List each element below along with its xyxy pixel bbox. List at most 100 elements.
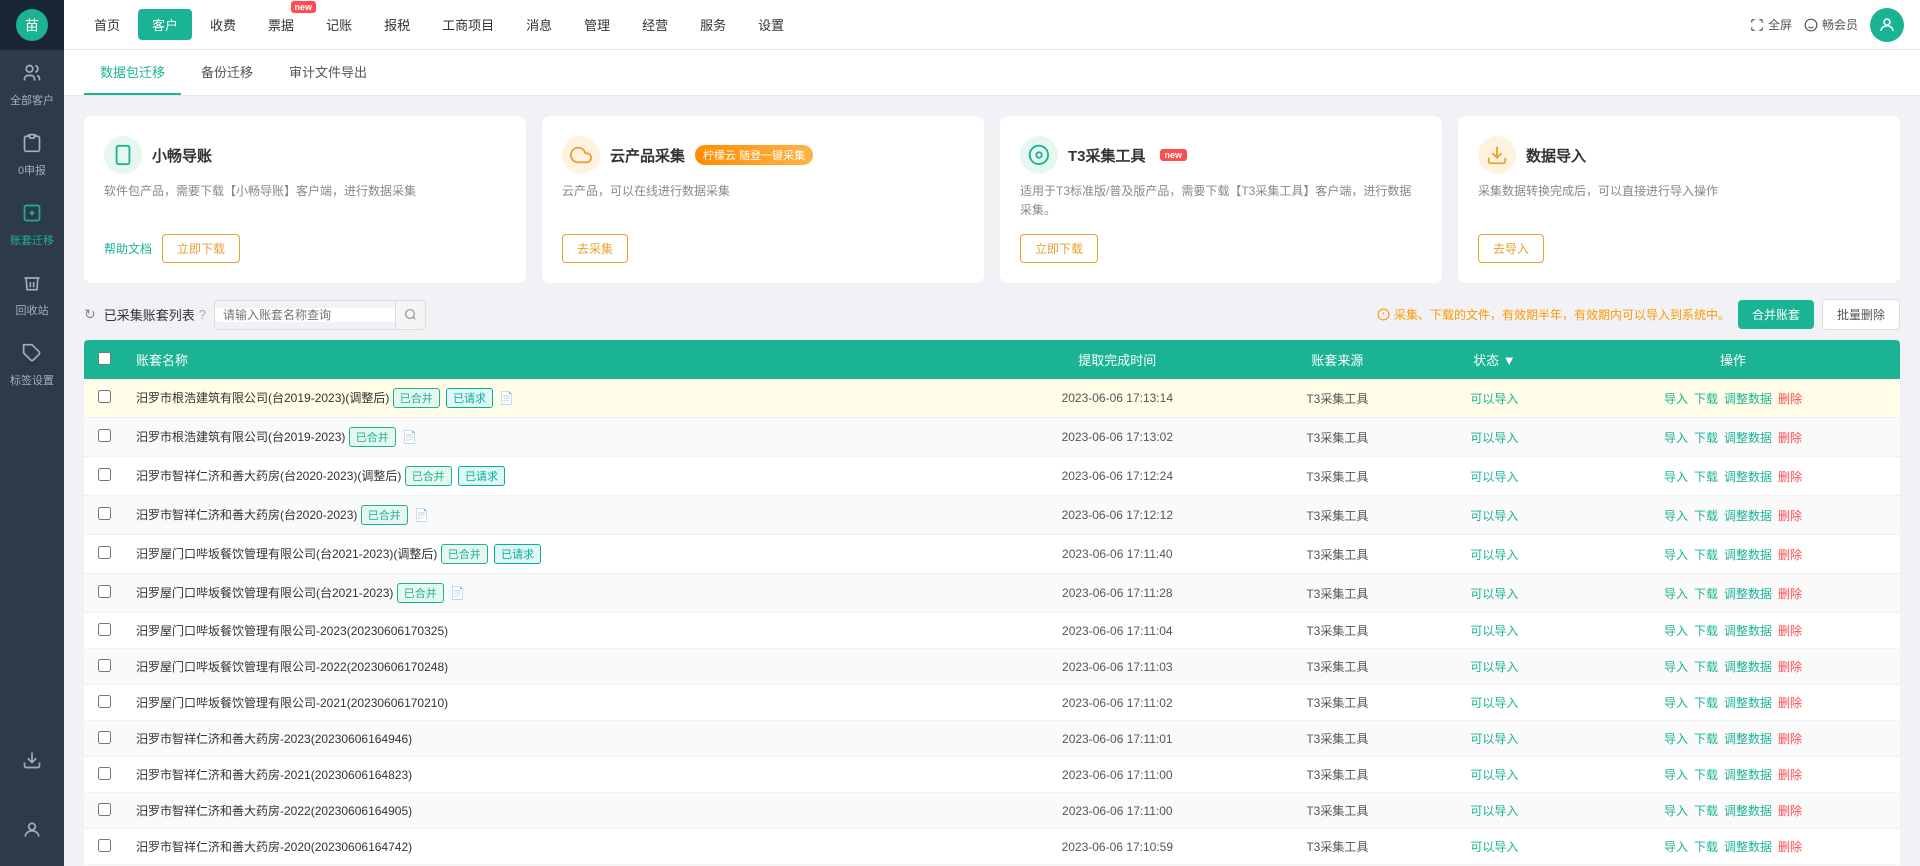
action-导入[interactable]: 导入 xyxy=(1664,732,1688,746)
nav-service[interactable]: 服务 xyxy=(686,9,740,40)
nav-settings[interactable]: 设置 xyxy=(744,9,798,40)
action-调整数据[interactable]: 调整数据 xyxy=(1724,509,1772,523)
action-下载[interactable]: 下载 xyxy=(1694,392,1718,406)
action-导入[interactable]: 导入 xyxy=(1664,624,1688,638)
sidebar-item-download[interactable] xyxy=(0,726,64,796)
sidebar-item-recycle[interactable]: 回收站 xyxy=(0,260,64,330)
row-checkbox[interactable] xyxy=(98,390,111,403)
action-导入[interactable]: 导入 xyxy=(1664,470,1688,484)
refresh-icon[interactable]: ↻ xyxy=(84,306,96,323)
nav-message[interactable]: 消息 xyxy=(512,9,566,40)
action-下载[interactable]: 下载 xyxy=(1694,548,1718,562)
nav-invoice[interactable]: 票据 new xyxy=(254,9,308,40)
action-调整数据[interactable]: 调整数据 xyxy=(1724,470,1772,484)
action-调整数据[interactable]: 调整数据 xyxy=(1724,696,1772,710)
sidebar-item-zero-report[interactable]: 0申报 xyxy=(0,120,64,190)
action-下载[interactable]: 下载 xyxy=(1694,804,1718,818)
row-checkbox[interactable] xyxy=(98,803,111,816)
action-调整数据[interactable]: 调整数据 xyxy=(1724,548,1772,562)
action-删除[interactable]: 删除 xyxy=(1778,804,1802,818)
sidebar-item-all-customers[interactable]: 全部客户 xyxy=(0,50,64,120)
download-now-button[interactable]: 立即下载 xyxy=(162,234,240,263)
app-logo[interactable]: 苗 xyxy=(0,0,64,50)
action-下载[interactable]: 下载 xyxy=(1694,470,1718,484)
nav-tax[interactable]: 报税 xyxy=(370,9,424,40)
action-导入[interactable]: 导入 xyxy=(1664,548,1688,562)
search-input[interactable] xyxy=(215,308,395,322)
action-下载[interactable]: 下载 xyxy=(1694,768,1718,782)
action-下载[interactable]: 下载 xyxy=(1694,431,1718,445)
row-checkbox[interactable] xyxy=(98,731,111,744)
action-调整数据[interactable]: 调整数据 xyxy=(1724,732,1772,746)
download-t3-button[interactable]: 立即下载 xyxy=(1020,234,1098,263)
merge-accounts-button[interactable]: 合并账套 xyxy=(1738,300,1814,329)
sidebar-item-account-migration[interactable]: 账套迁移 xyxy=(0,190,64,260)
action-下载[interactable]: 下载 xyxy=(1694,732,1718,746)
action-下载[interactable]: 下载 xyxy=(1694,840,1718,854)
action-下载[interactable]: 下载 xyxy=(1694,509,1718,523)
action-调整数据[interactable]: 调整数据 xyxy=(1724,624,1772,638)
nav-billing[interactable]: 收费 xyxy=(196,9,250,40)
action-删除[interactable]: 删除 xyxy=(1778,840,1802,854)
go-collect-button[interactable]: 去采集 xyxy=(562,234,628,263)
action-导入[interactable]: 导入 xyxy=(1664,840,1688,854)
search-button[interactable] xyxy=(395,300,425,330)
file-icon[interactable]: 📄 xyxy=(414,508,429,522)
action-导入[interactable]: 导入 xyxy=(1664,804,1688,818)
row-checkbox[interactable] xyxy=(98,507,111,520)
select-all-checkbox[interactable] xyxy=(98,352,111,365)
action-下载[interactable]: 下载 xyxy=(1694,624,1718,638)
row-checkbox[interactable] xyxy=(98,546,111,559)
row-checkbox[interactable] xyxy=(98,623,111,636)
nav-home[interactable]: 首页 xyxy=(80,9,134,40)
action-导入[interactable]: 导入 xyxy=(1664,509,1688,523)
nav-business[interactable]: 工商项目 xyxy=(428,9,508,40)
user-avatar[interactable] xyxy=(1870,8,1904,42)
action-下载[interactable]: 下载 xyxy=(1694,587,1718,601)
row-checkbox[interactable] xyxy=(98,659,111,672)
nav-customer[interactable]: 客户 xyxy=(138,9,192,40)
nav-bookkeeping[interactable]: 记账 xyxy=(312,9,366,40)
row-checkbox[interactable] xyxy=(98,468,111,481)
batch-delete-button[interactable]: 批量删除 xyxy=(1822,299,1900,330)
action-调整数据[interactable]: 调整数据 xyxy=(1724,840,1772,854)
action-导入[interactable]: 导入 xyxy=(1664,768,1688,782)
action-导入[interactable]: 导入 xyxy=(1664,587,1688,601)
action-调整数据[interactable]: 调整数据 xyxy=(1724,392,1772,406)
action-导入[interactable]: 导入 xyxy=(1664,431,1688,445)
nav-operation[interactable]: 经营 xyxy=(628,9,682,40)
action-删除[interactable]: 删除 xyxy=(1778,624,1802,638)
row-checkbox[interactable] xyxy=(98,429,111,442)
row-checkbox[interactable] xyxy=(98,585,111,598)
file-icon[interactable]: 📄 xyxy=(402,430,417,444)
fullscreen-button[interactable]: 全屏 xyxy=(1750,16,1792,33)
help-doc-link[interactable]: 帮助文档 xyxy=(104,240,152,257)
row-checkbox[interactable] xyxy=(98,839,111,852)
action-调整数据[interactable]: 调整数据 xyxy=(1724,660,1772,674)
action-删除[interactable]: 删除 xyxy=(1778,696,1802,710)
action-下载[interactable]: 下载 xyxy=(1694,696,1718,710)
action-下载[interactable]: 下载 xyxy=(1694,660,1718,674)
file-icon[interactable]: 📄 xyxy=(450,586,465,600)
action-导入[interactable]: 导入 xyxy=(1664,392,1688,406)
action-删除[interactable]: 删除 xyxy=(1778,470,1802,484)
file-icon[interactable]: 📄 xyxy=(499,391,514,405)
action-删除[interactable]: 删除 xyxy=(1778,431,1802,445)
action-删除[interactable]: 删除 xyxy=(1778,660,1802,674)
action-删除[interactable]: 删除 xyxy=(1778,392,1802,406)
action-删除[interactable]: 删除 xyxy=(1778,548,1802,562)
sidebar-item-tag-settings[interactable]: 标签设置 xyxy=(0,330,64,400)
help-icon[interactable]: ? xyxy=(199,307,206,322)
row-checkbox[interactable] xyxy=(98,695,111,708)
action-删除[interactable]: 删除 xyxy=(1778,587,1802,601)
tab-backup-migration[interactable]: 备份迁移 xyxy=(185,50,269,95)
action-删除[interactable]: 删除 xyxy=(1778,732,1802,746)
nav-management[interactable]: 管理 xyxy=(570,9,624,40)
action-导入[interactable]: 导入 xyxy=(1664,696,1688,710)
action-调整数据[interactable]: 调整数据 xyxy=(1724,587,1772,601)
action-删除[interactable]: 删除 xyxy=(1778,509,1802,523)
go-import-button[interactable]: 去导入 xyxy=(1478,234,1544,263)
action-导入[interactable]: 导入 xyxy=(1664,660,1688,674)
vip-button[interactable]: 畅会员 xyxy=(1804,16,1858,33)
tab-data-migration[interactable]: 数据包迁移 xyxy=(84,50,181,95)
